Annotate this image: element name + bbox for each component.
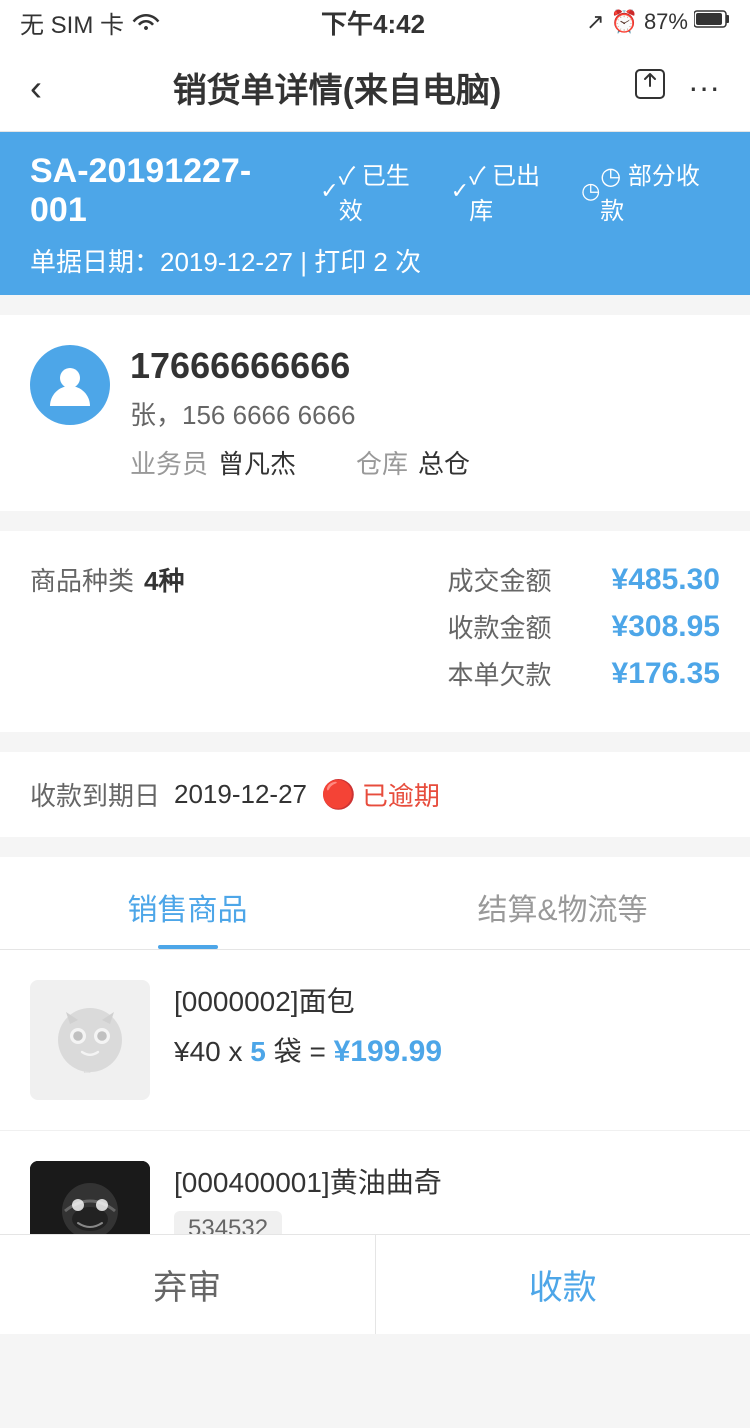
badge-outbound: ✓ ✓ 已出库: [451, 156, 561, 226]
overdue-badge: 🔴 已逾期: [321, 776, 440, 813]
warehouse-value: 总仓: [418, 444, 470, 481]
banner-subline: 单据日期：2019-12-27 | 打印 2 次: [30, 242, 720, 279]
salesperson-value: 曾凡杰: [218, 444, 296, 481]
owed-amount-label: 本单欠款: [448, 655, 552, 692]
customer-section: 17666666666 张，156 6666 6666 业务员 曾凡杰 仓库 总…: [0, 315, 750, 511]
warehouse-item: 仓库 总仓: [356, 444, 470, 481]
tab-sales[interactable]: 销售商品: [0, 857, 375, 949]
more-icon[interactable]: ···: [688, 69, 720, 106]
tabs-header: 销售商品 结算&物流等: [0, 857, 750, 950]
due-label: 收款到期日: [30, 776, 160, 813]
clock-icon: ◷: [581, 178, 600, 204]
product-types-value: 4种: [144, 561, 184, 598]
wifi-icon: [132, 8, 160, 37]
due-section: 收款到期日 2019-12-27 🔴 已逾期: [0, 752, 750, 837]
badge-partial: ◷ ◷ 部分收款: [581, 156, 720, 226]
customer-name: 17666666666: [130, 345, 720, 387]
header-banner: SA-20191227-001 ✓ ✓ 已生效 ✓ ✓ 已出库 ◷ ◷ 部分收款…: [0, 132, 750, 295]
product-price-1: ¥40 x 5 袋 = ¥199.99: [174, 1030, 720, 1070]
bottom-bar: 弃审 收款: [0, 1234, 750, 1334]
summary-left: 商品种类 4种: [30, 561, 184, 604]
product-info-1: [0000002]面包 ¥40 x 5 袋 = ¥199.99: [174, 980, 720, 1070]
owed-amount-row: 本单欠款 ¥176.35: [448, 655, 720, 692]
deal-amount-value: ¥485.30: [612, 563, 720, 597]
status-bar: 无 SIM 卡 下午4:42 ↗ ⏰ 87%: [0, 0, 750, 44]
svg-text:暂+: 暂+: [82, 1063, 98, 1075]
list-item: 暂+ [0000002]面包 ¥40 x 5 袋 = ¥199.99: [0, 950, 750, 1131]
summary-right: 成交金额 ¥485.30 收款金额 ¥308.95 本单欠款 ¥176.35: [448, 561, 720, 702]
deal-amount-label: 成交金额: [448, 561, 552, 598]
share-icon[interactable]: [632, 66, 668, 110]
badge-effective: ✓ ✓ 已生效: [320, 156, 430, 226]
status-left: 无 SIM 卡: [20, 5, 160, 40]
product-qty-1: 5: [250, 1036, 266, 1067]
salesperson-label: 业务员: [130, 444, 208, 481]
status-right: ↗ ⏰ 87%: [586, 9, 730, 35]
overdue-text: 已逾期: [362, 776, 440, 813]
product-name-2: [000400001]黄油曲奇: [174, 1161, 720, 1201]
owed-amount-value: ¥176.35: [612, 657, 720, 691]
tab-settlement[interactable]: 结算&物流等: [375, 857, 750, 949]
product-total-1: ¥199.99: [334, 1035, 442, 1068]
alarm-icon: ⏰: [611, 9, 638, 35]
confirm-button[interactable]: 收款: [376, 1235, 750, 1334]
cancel-button[interactable]: 弃审: [0, 1235, 376, 1334]
deal-amount-row: 成交金额 ¥485.30: [448, 561, 720, 598]
check-icon: ✓: [320, 178, 338, 204]
page-title: 销货单详情(来自电脑): [173, 63, 502, 112]
location-icon: ↗: [586, 9, 604, 35]
summary-section: 商品种类 4种 成交金额 ¥485.30 收款金额 ¥308.95 本单欠款 ¥…: [0, 531, 750, 732]
product-name-1: [0000002]面包: [174, 980, 720, 1020]
received-amount-value: ¥308.95: [612, 610, 720, 644]
received-amount-row: 收款金额 ¥308.95: [448, 608, 720, 645]
product-types-label: 商品种类: [30, 561, 134, 598]
back-button[interactable]: ‹: [30, 67, 42, 109]
sim-indicator: 无 SIM 卡: [20, 5, 124, 40]
overdue-icon: 🔴: [321, 778, 356, 811]
battery-icon: [694, 9, 730, 35]
nav-bar: ‹ 销货单详情(来自电脑) ···: [0, 44, 750, 132]
order-id: SA-20191227-001: [30, 152, 300, 230]
status-time: 下午4:42: [321, 4, 425, 41]
due-date: 2019-12-27: [174, 779, 307, 810]
product-image-1: 暂+: [30, 980, 150, 1100]
received-amount-label: 收款金额: [448, 608, 552, 645]
product-types-item: 商品种类 4种: [30, 561, 184, 598]
nav-actions: ···: [632, 66, 720, 110]
customer-meta: 业务员 曾凡杰 仓库 总仓: [130, 444, 720, 481]
avatar: [30, 345, 110, 425]
customer-info: 17666666666 张，156 6666 6666 业务员 曾凡杰 仓库 总…: [130, 345, 720, 481]
salesperson-item: 业务员 曾凡杰: [130, 444, 296, 481]
warehouse-label: 仓库: [356, 444, 408, 481]
battery-level: 87%: [644, 9, 688, 35]
customer-contact: 张，156 6666 6666: [130, 395, 720, 432]
check-icon2: ✓: [451, 178, 469, 204]
